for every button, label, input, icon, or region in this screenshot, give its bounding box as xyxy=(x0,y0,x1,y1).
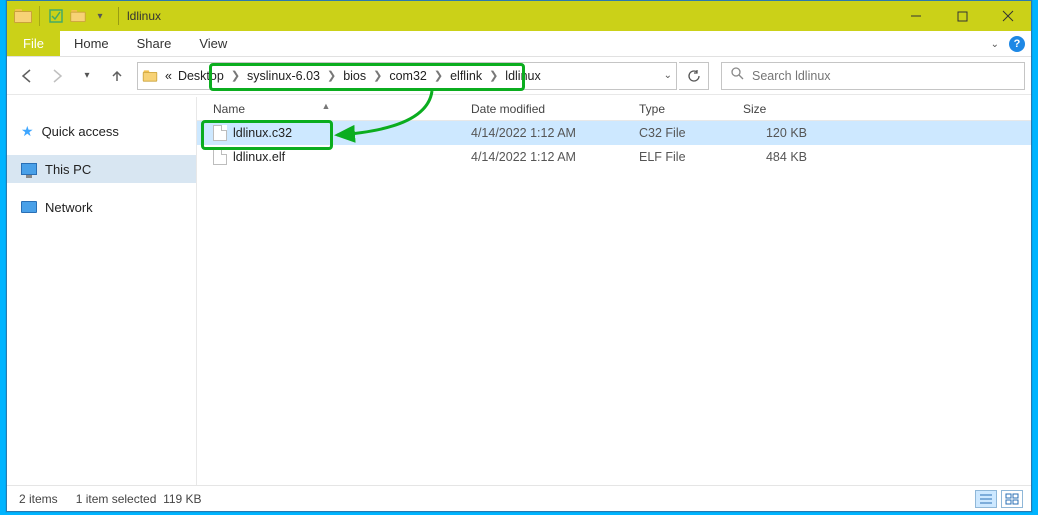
qat-properties-icon[interactable] xyxy=(46,5,66,27)
nav-this-pc[interactable]: This PC xyxy=(7,155,196,183)
close-button[interactable] xyxy=(985,1,1031,31)
recent-locations-dropdown[interactable]: ▾ xyxy=(73,62,101,90)
window-title: ldlinux xyxy=(127,9,161,23)
forward-button[interactable] xyxy=(43,62,71,90)
navigation-bar: ▾ « Desktop ❯ syslinux-6.03 ❯ bios ❯ com… xyxy=(7,57,1031,95)
crumb-syslinux[interactable]: syslinux-6.03 xyxy=(244,69,323,83)
tab-home[interactable]: Home xyxy=(60,31,123,56)
help-icon[interactable]: ? xyxy=(1009,36,1025,52)
file-list: ▲Name Date modified Type Size ldlinux.c3… xyxy=(197,97,1031,485)
nav-quick-access[interactable]: ★ Quick access xyxy=(7,117,196,145)
search-box[interactable] xyxy=(721,62,1025,90)
app-folder-icon xyxy=(13,5,33,27)
nav-network[interactable]: Network xyxy=(7,193,196,221)
address-dropdown[interactable]: ⌄ xyxy=(664,63,672,89)
crumb-bios[interactable]: bios xyxy=(340,69,369,83)
chevron-right-icon[interactable]: ❯ xyxy=(369,69,386,82)
column-type[interactable]: Type xyxy=(623,102,727,116)
chevron-right-icon[interactable]: ❯ xyxy=(227,69,244,82)
tab-view[interactable]: View xyxy=(185,31,241,56)
crumb-desktop[interactable]: Desktop xyxy=(175,69,227,83)
chevron-right-icon[interactable]: ❯ xyxy=(323,69,340,82)
file-size: 484 KB xyxy=(727,150,827,164)
file-name: ldlinux.c32 xyxy=(233,126,292,140)
tab-share[interactable]: Share xyxy=(123,31,186,56)
titlebar: ▾ ldlinux xyxy=(7,1,1031,31)
crumb-ldlinux[interactable]: ldlinux xyxy=(502,69,543,83)
file-type: ELF File xyxy=(623,150,727,164)
details-view-button[interactable] xyxy=(975,490,997,508)
navigation-pane: ★ Quick access This PC Network xyxy=(7,97,197,485)
network-icon xyxy=(21,201,37,213)
chevron-right-icon[interactable]: ❯ xyxy=(430,69,447,82)
separator xyxy=(39,6,40,26)
status-selection-size: 119 KB xyxy=(163,492,201,506)
address-folder-icon xyxy=(138,69,162,83)
qat-new-folder-icon[interactable] xyxy=(68,5,88,27)
separator xyxy=(118,7,119,25)
file-tab[interactable]: File xyxy=(7,31,60,56)
monitor-icon xyxy=(21,163,37,175)
star-icon: ★ xyxy=(21,123,34,140)
table-row[interactable]: ldlinux.c32 4/14/2022 1:12 AM C32 File 1… xyxy=(197,121,1031,145)
nav-label: Quick access xyxy=(42,124,119,139)
status-selection: 1 item selected xyxy=(76,492,157,506)
back-button[interactable] xyxy=(13,62,41,90)
file-icon xyxy=(213,149,227,165)
nav-label: Network xyxy=(45,200,93,215)
column-size[interactable]: Size xyxy=(727,102,827,116)
ribbon-expand-icon[interactable]: ⌄ xyxy=(991,39,999,50)
ribbon: File Home Share View ⌄ ? xyxy=(7,31,1031,57)
qat-customize-dropdown[interactable]: ▾ xyxy=(90,5,110,27)
refresh-button[interactable] xyxy=(679,62,709,90)
quick-access-toolbar: ▾ xyxy=(7,5,110,27)
maximize-button[interactable] xyxy=(939,1,985,31)
crumb-com32[interactable]: com32 xyxy=(386,69,430,83)
crumb-elflink[interactable]: elflink xyxy=(447,69,485,83)
minimize-button[interactable] xyxy=(893,1,939,31)
thumbnails-view-button[interactable] xyxy=(1001,490,1023,508)
search-icon xyxy=(730,66,744,85)
search-input[interactable] xyxy=(750,68,1016,84)
file-icon xyxy=(213,125,227,141)
explorer-window: ▾ ldlinux File Home Share View ⌄ ? ▾ « D… xyxy=(6,0,1032,512)
column-name[interactable]: ▲Name xyxy=(197,102,455,116)
content-area: ★ Quick access This PC Network ▲Name Dat… xyxy=(7,97,1031,485)
column-headers: ▲Name Date modified Type Size xyxy=(197,97,1031,121)
file-size: 120 KB xyxy=(727,126,827,140)
address-bar[interactable]: « Desktop ❯ syslinux-6.03 ❯ bios ❯ com32… xyxy=(137,62,677,90)
status-item-count: 2 items xyxy=(19,492,58,506)
up-button[interactable] xyxy=(103,62,131,90)
column-date[interactable]: Date modified xyxy=(455,102,623,116)
file-name: ldlinux.elf xyxy=(233,150,285,164)
nav-label: This PC xyxy=(45,162,91,177)
file-date: 4/14/2022 1:12 AM xyxy=(455,150,623,164)
chevron-right-icon[interactable]: ❯ xyxy=(485,69,502,82)
table-row[interactable]: ldlinux.elf 4/14/2022 1:12 AM ELF File 4… xyxy=(197,145,1031,169)
sort-asc-icon: ▲ xyxy=(322,101,331,111)
file-type: C32 File xyxy=(623,126,727,140)
crumb-overflow[interactable]: « xyxy=(162,69,175,83)
file-date: 4/14/2022 1:12 AM xyxy=(455,126,623,140)
status-bar: 2 items 1 item selected 119 KB xyxy=(7,485,1031,511)
